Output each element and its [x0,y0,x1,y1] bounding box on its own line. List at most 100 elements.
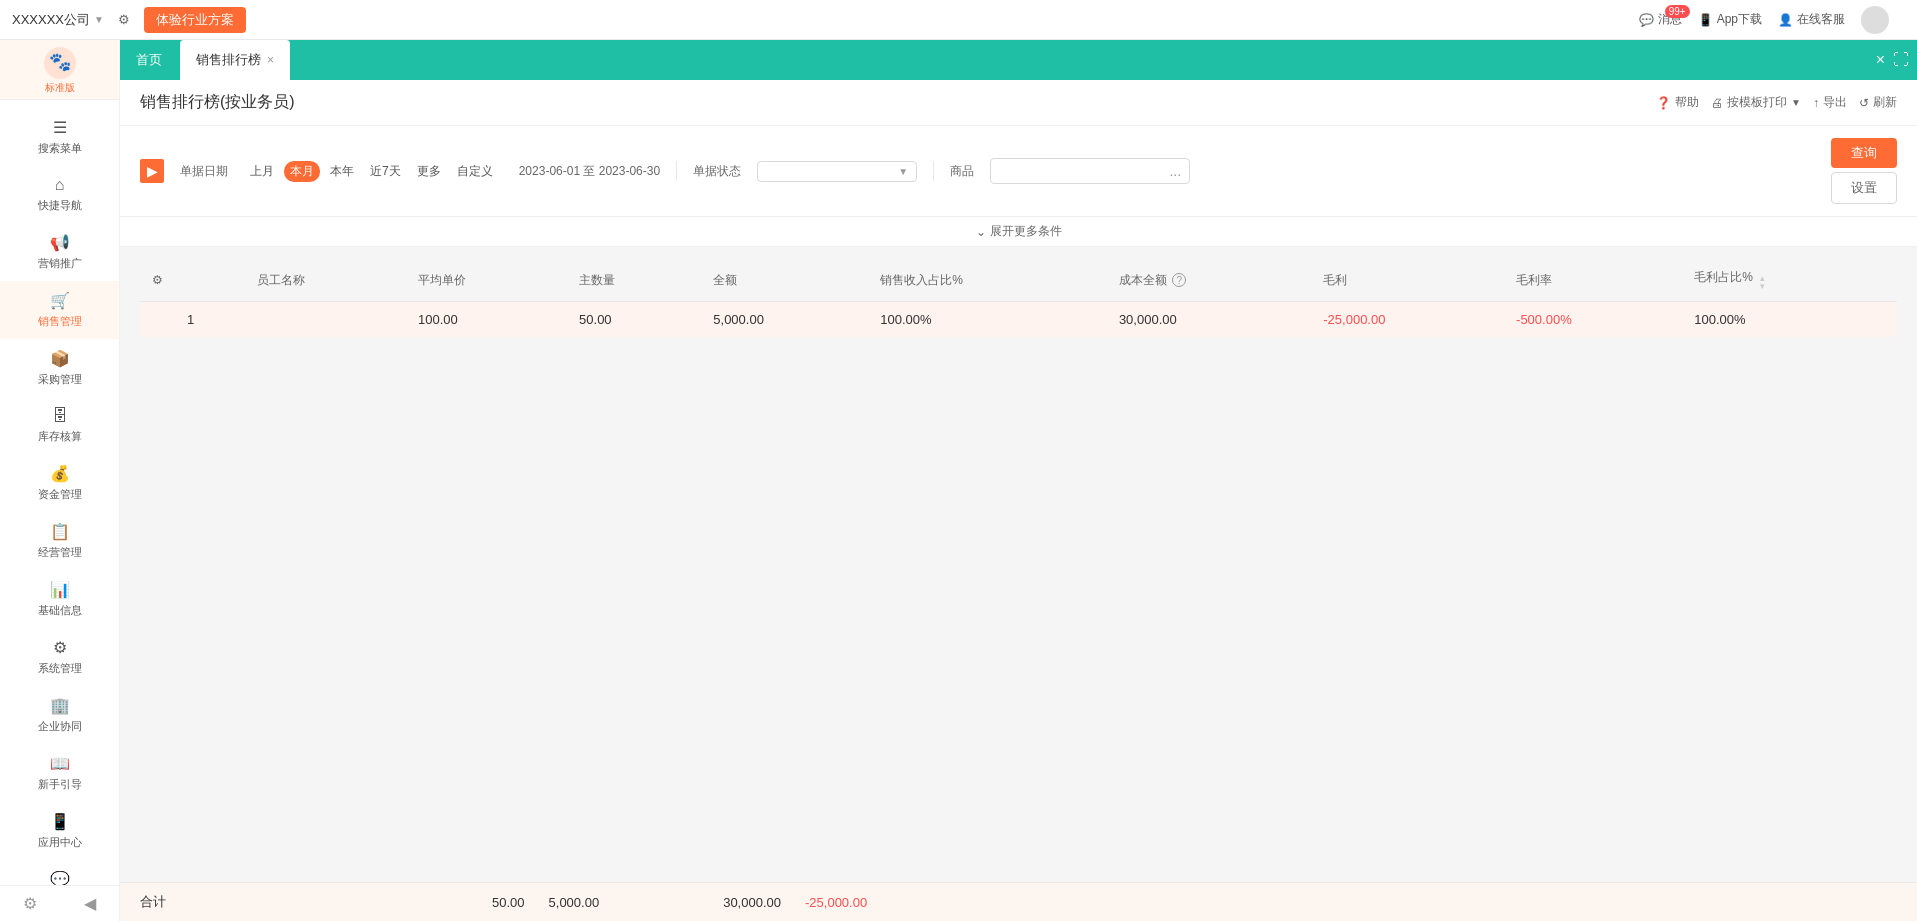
marketing-icon: 📢 [50,233,70,252]
tab-sales-ranking[interactable]: 销售排行榜 × [180,40,290,80]
status-filter-label: 单据状态 [693,163,741,180]
date-options: 上月 本月 本年 近7天 更多 自定义 [244,161,499,182]
date-option-this-month[interactable]: 本月 [284,161,320,182]
data-table: ⚙ 员工名称 平均单价 主数量 全额 销售收入占比% 成本全额 ? [140,259,1897,338]
sidebar-collapse-icon[interactable]: ◀ [84,894,96,913]
company-name: XXXXXX公司 [12,11,90,29]
service-label: 在线客服 [1797,11,1845,28]
sidebar-item-sales[interactable]: 🛒 销售管理 [0,281,119,339]
row-employee [245,302,406,338]
row-settings [140,302,175,338]
sidebar-label-sales: 销售管理 [38,314,82,329]
wechat-icon: 💬 [50,870,70,885]
sidebar-item-operations[interactable]: 📋 经营管理 [0,512,119,570]
col-main-qty: 主数量 [567,259,701,302]
sidebar-item-basic-info[interactable]: 📊 基础信息 [0,570,119,628]
sidebar-label-app-center: 应用中心 [38,835,82,850]
sales-icon: 🛒 [50,291,70,310]
tab-home[interactable]: 首页 [120,40,178,80]
sidebar-settings-icon[interactable]: ⚙ [23,894,37,913]
sidebar-item-enterprise[interactable]: 🏢 企业协同 [0,686,119,744]
goods-search-field[interactable] [999,164,1165,178]
sidebar-item-system[interactable]: ⚙ 系统管理 [0,628,119,686]
trial-button[interactable]: 体验行业方案 [144,7,246,33]
status-filter-select[interactable]: ▼ [757,161,917,182]
sidebar-item-purchase[interactable]: 📦 采购管理 [0,339,119,397]
tab-window-expand-button[interactable]: ⛶ [1893,51,1909,69]
goods-filter-label: 商品 [950,163,974,180]
tab-window-close-button[interactable]: × [1876,51,1885,69]
sidebar-item-search-order[interactable]: ☰ 搜索菜单 [0,108,119,166]
date-option-more[interactable]: 更多 [411,161,447,182]
col-rank [175,259,245,302]
col-sales-pct: 销售收入占比% [868,259,1107,302]
page-title: 销售排行榜(按业务员) [140,92,295,113]
purchase-icon: 📦 [50,349,70,368]
table-header-row: ⚙ 员工名称 平均单价 主数量 全额 销售收入占比% 成本全额 ? [140,259,1897,302]
print-button[interactable]: 🖨 按模板打印 ▼ [1711,94,1801,111]
expand-label: 展开更多条件 [990,223,1062,240]
sidebar-item-quick-nav[interactable]: ⌂ 快捷导航 [0,166,119,223]
tab-close-icon[interactable]: × [267,53,274,67]
sidebar-item-guide[interactable]: 📖 新手引导 [0,744,119,802]
sidebar-item-inventory[interactable]: 🗄 库存核算 [0,397,119,454]
sidebar-label-quick-nav: 快捷导航 [38,198,82,213]
sidebar: 🐾 标准版 ☰ 搜索菜单 ⌂ 快捷导航 📢 营销推广 🛒 销售管理 📦 [0,40,120,921]
settings-icon[interactable]: ⚙ [112,8,136,32]
footer-amount: 5,000.00 [537,895,612,910]
row-gross: -25,000.00 [1311,302,1504,338]
col-avg-price: 平均单价 [406,259,567,302]
col-settings[interactable]: ⚙ [140,259,175,302]
sidebar-label-inventory: 库存核算 [38,429,82,444]
date-option-custom[interactable]: 自定义 [451,161,499,182]
gross-pct-sort-icon[interactable]: ▲ ▼ [1758,275,1766,291]
sidebar-item-app-center[interactable]: 📱 应用中心 [0,802,119,860]
sidebar-nav: ☰ 搜索菜单 ⌂ 快捷导航 📢 营销推广 🛒 销售管理 📦 采购管理 🗄 库 [0,100,119,885]
filter-toggle-button[interactable]: ▶ [140,159,164,183]
refresh-label: 刷新 [1873,94,1897,111]
goods-filter-input[interactable]: ... [990,158,1190,184]
date-option-7days[interactable]: 近7天 [364,161,407,182]
sidebar-item-marketing[interactable]: 📢 营销推广 [0,223,119,281]
export-button[interactable]: ↑ 导出 [1813,94,1847,111]
sidebar-label-enterprise: 企业协同 [38,719,82,734]
status-dropdown-icon: ▼ [898,166,908,177]
refresh-button[interactable]: ↺ 刷新 [1859,94,1897,111]
row-sales-pct: 100.00% [868,302,1107,338]
col-gross: 毛利 [1311,259,1504,302]
sidebar-item-wechat[interactable]: 💬 企业微信 [0,860,119,885]
logo-area: 🐾 标准版 [0,40,119,100]
cost-info-icon[interactable]: ? [1172,273,1186,287]
goods-more-icon[interactable]: ... [1169,163,1181,179]
settings-button[interactable]: 设置 [1831,172,1897,204]
footer-total-label: 合计 [140,893,280,911]
sidebar-bottom: ⚙ ◀ [0,885,119,921]
date-option-this-year[interactable]: 本年 [324,161,360,182]
help-button[interactable]: ❓ 帮助 [1656,94,1699,111]
sidebar-item-finance[interactable]: 💰 资金管理 [0,454,119,512]
chevron-down-icon: ▼ [94,14,104,25]
expand-icon: ⌄ [976,225,986,239]
enterprise-icon: 🏢 [50,696,70,715]
table-footer: 合计 50.00 5,000.00 30,000.00 -25,000.00 [120,882,1917,921]
app-icon: 📱 [1698,13,1713,27]
query-button[interactable]: 查询 [1831,138,1897,168]
online-service-button[interactable]: 👤 在线客服 [1778,11,1845,28]
footer-main-qty: 50.00 [480,895,537,910]
app-download-button[interactable]: 📱 App下载 [1698,11,1762,28]
footer-cost: 30,000.00 [711,895,793,910]
help-icon: ❓ [1656,96,1671,110]
content-area: 首页 销售排行榜 × × ⛶ 销售排行榜(按业务员) ❓ 帮助 [120,40,1917,921]
date-option-last-month[interactable]: 上月 [244,161,280,182]
company-selector[interactable]: XXXXXX公司 ▼ [12,11,104,29]
message-badge: 99+ [1665,5,1690,18]
row-gross-rate: -500.00% [1504,302,1682,338]
message-button[interactable]: 💬 消息 99+ [1639,11,1682,28]
tab-sales-ranking-label: 销售排行榜 [196,51,261,69]
expand-more-button[interactable]: ⌄ 展开更多条件 [976,223,1062,240]
avatar[interactable] [1861,6,1889,34]
sidebar-label-finance: 资金管理 [38,487,82,502]
basic-info-icon: 📊 [50,580,70,599]
service-icon: 👤 [1778,13,1793,27]
top-right-actions: 💬 消息 99+ 📱 App下载 👤 在线客服 [1639,6,1905,34]
